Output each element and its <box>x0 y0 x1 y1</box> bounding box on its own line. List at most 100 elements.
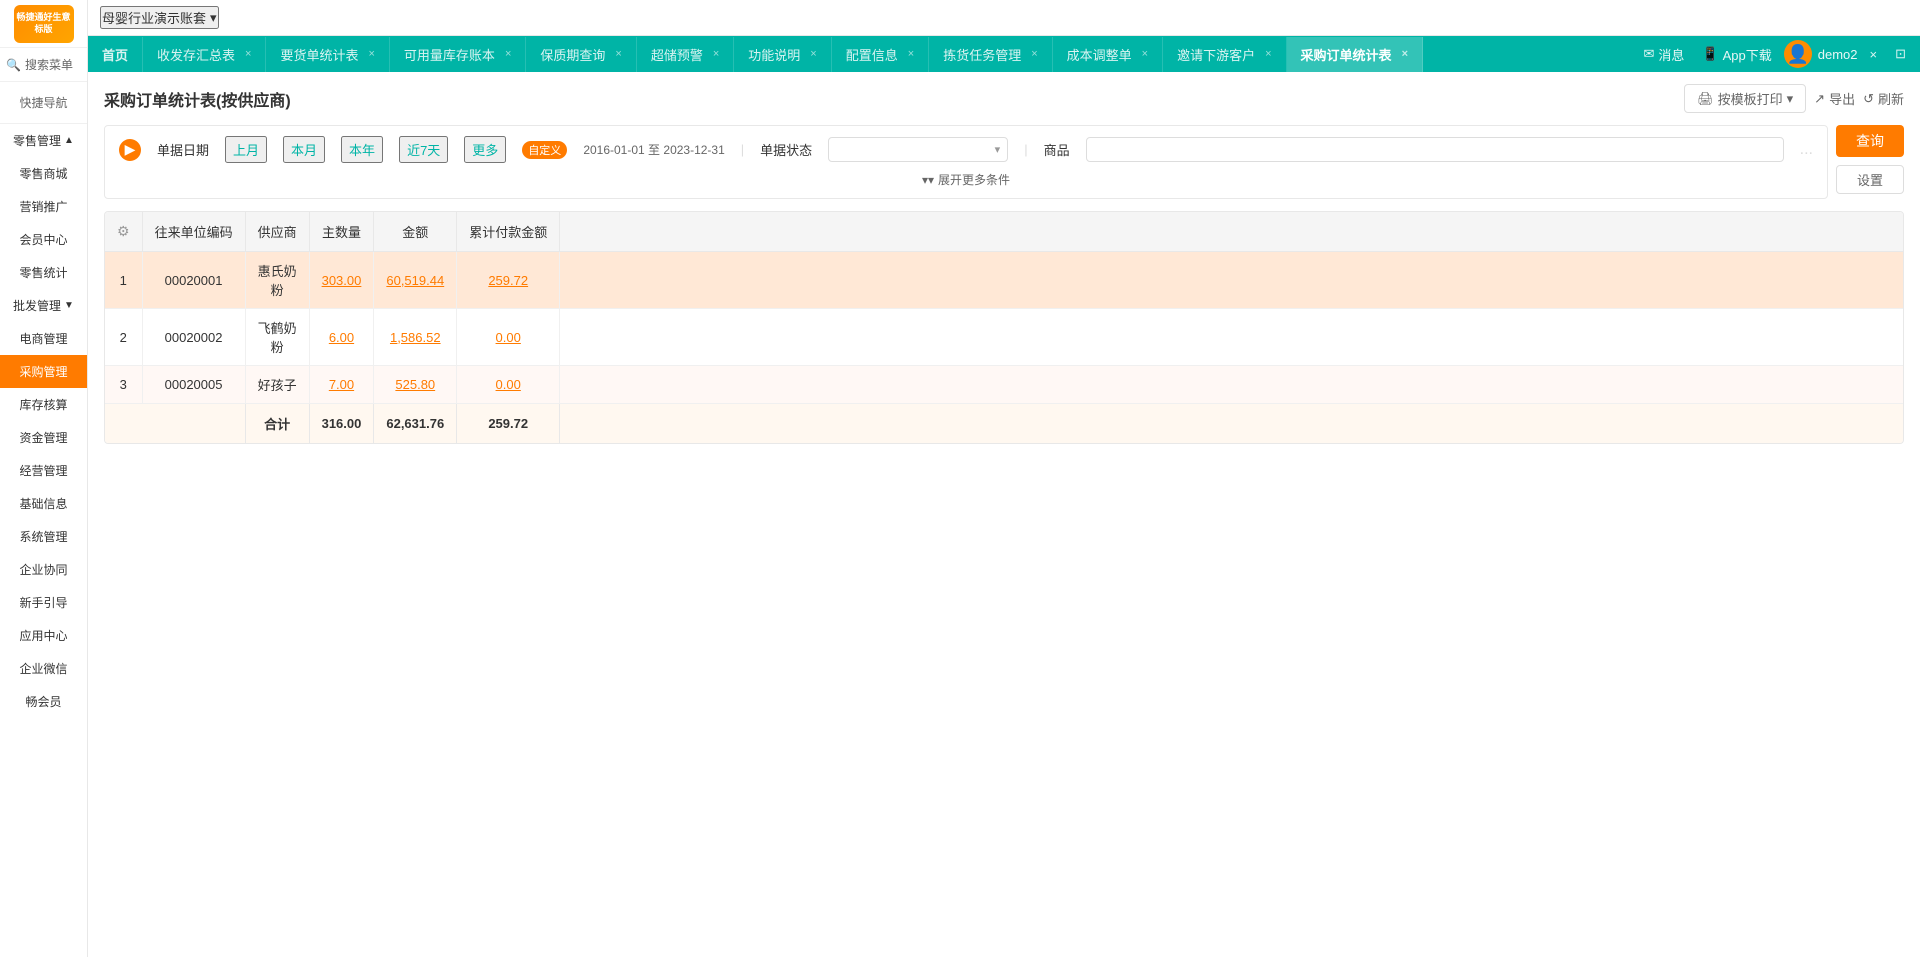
custom-date-badge[interactable]: 自定义 <box>522 141 567 159</box>
table-row[interactable]: 1 00020001 惠氏奶粉 303.00 60,519.44 259.72 <box>105 252 1903 309</box>
search-menu-button[interactable]: 🔍 搜索菜单 <box>6 56 81 73</box>
close-icon[interactable]: × <box>1142 48 1148 60</box>
close-icon[interactable]: × <box>1402 48 1408 60</box>
col-code: 往来单位编码 <box>142 212 245 252</box>
user-avatar[interactable]: 👤 <box>1784 40 1812 68</box>
sidebar-item-system[interactable]: 系统管理 <box>0 520 87 553</box>
sidebar-item-label: 基础信息 <box>19 495 67 512</box>
tab-available-stock[interactable]: 可用量库存账本 × <box>390 37 526 72</box>
footer-amount: 62,631.76 <box>374 404 457 444</box>
cell-supplier: 好孩子 <box>245 366 309 404</box>
shortcut-more[interactable]: 更多 <box>464 136 506 163</box>
sidebar-item-base[interactable]: 基础信息 <box>0 487 87 520</box>
tab-overstock[interactable]: 超储预警 × <box>637 37 734 72</box>
print-button[interactable]: 🖨 按模板打印 ▾ <box>1684 84 1806 113</box>
sidebar-item-operations[interactable]: 经营管理 <box>0 454 87 487</box>
tab-home[interactable]: 首页 <box>88 37 143 72</box>
sidebar-item-wholesale[interactable]: 批发管理 ▼ <box>0 289 87 322</box>
cell-amount[interactable]: 1,586.52 <box>374 309 457 366</box>
sidebar-item-retail[interactable]: 零售管理 ▲ <box>0 124 87 157</box>
col-quantity: 主数量 <box>309 212 374 252</box>
filter-toggle-button[interactable]: ▶ <box>119 139 141 161</box>
export-button[interactable]: ↗ 导出 <box>1814 89 1855 108</box>
close-icon[interactable]: × <box>368 48 374 60</box>
tab-cost-adjust[interactable]: 成本调整单 × <box>1053 37 1163 72</box>
close-icon[interactable]: × <box>713 48 719 60</box>
sidebar-item-retail-stats[interactable]: 零售统计 <box>0 256 87 289</box>
expand-filter-button[interactable]: ▾▾ 展开更多条件 <box>922 171 1010 188</box>
cell-quantity[interactable]: 7.00 <box>309 366 374 404</box>
cell-paid[interactable]: 0.00 <box>457 309 560 366</box>
sidebar-item-enterprise[interactable]: 企业协同 <box>0 553 87 586</box>
status-select[interactable] <box>828 137 1008 162</box>
page-title: 采购订单统计表(按供应商) <box>104 87 291 111</box>
shortcut-7days[interactable]: 近7天 <box>399 136 448 163</box>
cell-amount[interactable]: 60,519.44 <box>374 252 457 309</box>
shortcut-last-month[interactable]: 上月 <box>225 136 267 163</box>
data-table: ⚙ 往来单位编码 供应商 主数量 金额 累计付款金额 1 <box>105 212 1903 443</box>
cell-paid[interactable]: 0.00 <box>457 366 560 404</box>
cell-quantity[interactable]: 303.00 <box>309 252 374 309</box>
refresh-button[interactable]: ↺ 刷新 <box>1863 89 1904 108</box>
tab-purchase-order-stats[interactable]: 采购订单统计表 × <box>1287 37 1423 72</box>
maximize-window-button[interactable]: ⊡ <box>1889 42 1912 66</box>
cell-index: 1 <box>105 252 142 309</box>
sidebar-item-marketing[interactable]: 营销推广 <box>0 190 87 223</box>
tab-config[interactable]: 配置信息 × <box>832 37 929 72</box>
shortcut-this-month[interactable]: 本月 <box>283 136 325 163</box>
shortcut-this-year[interactable]: 本年 <box>341 136 383 163</box>
sidebar-item-label: 系统管理 <box>19 528 67 545</box>
sidebar-item-purchase[interactable]: 采购管理 <box>0 355 87 388</box>
goods-search-input[interactable] <box>1086 137 1784 162</box>
shortcut-nav-button[interactable]: 快捷导航 <box>0 88 87 117</box>
sidebar-item-retail-shop[interactable]: 零售商城 <box>0 157 87 190</box>
table-row[interactable]: 2 00020002 飞鹤奶粉 6.00 1,586.52 0.00 <box>105 309 1903 366</box>
table-row[interactable]: 3 00020005 好孩子 7.00 525.80 0.00 <box>105 366 1903 404</box>
workspace-selector[interactable]: 母婴行业演示账套 ▾ <box>100 6 219 29</box>
more-filter-button[interactable]: ... <box>1800 141 1813 159</box>
app-logo: 畅捷通好生意 标版 <box>0 0 87 48</box>
sidebar-item-label: 企业微信 <box>19 660 67 677</box>
close-icon[interactable]: × <box>1031 48 1037 60</box>
close-icon[interactable]: × <box>810 48 816 60</box>
column-settings-icon[interactable]: ⚙ <box>117 223 130 239</box>
cell-quantity[interactable]: 6.00 <box>309 309 374 366</box>
app-download-button[interactable]: 📱 App下载 <box>1696 41 1777 68</box>
sidebar-item-wechat[interactable]: 企业微信 <box>0 652 87 685</box>
print-dropdown-icon: ▾ <box>1787 91 1794 107</box>
close-icon[interactable]: × <box>245 48 251 60</box>
sidebar-item-newbie[interactable]: 新手引导 <box>0 586 87 619</box>
settings-button[interactable]: 设置 <box>1836 165 1904 194</box>
query-button[interactable]: 查询 <box>1836 125 1904 157</box>
close-icon[interactable]: × <box>908 48 914 60</box>
status-select-wrapper <box>828 137 1008 162</box>
tab-expiry[interactable]: 保质期查询 × <box>526 37 636 72</box>
sidebar-search-area[interactable]: 🔍 搜索菜单 <box>0 48 87 82</box>
tab-function-desc[interactable]: 功能说明 × <box>734 37 831 72</box>
sidebar-item-vip[interactable]: 畅会员 <box>0 685 87 718</box>
sidebar-item-apps[interactable]: 应用中心 <box>0 619 87 652</box>
close-window-button[interactable]: × <box>1864 43 1884 66</box>
cell-amount[interactable]: 525.80 <box>374 366 457 404</box>
tab-invite-downstream[interactable]: 邀请下游客户 × <box>1163 37 1286 72</box>
close-icon[interactable]: × <box>505 48 511 60</box>
tab-label: 要货单统计表 <box>280 45 358 64</box>
sidebar-item-ecommerce[interactable]: 电商管理 <box>0 322 87 355</box>
cell-paid[interactable]: 259.72 <box>457 252 560 309</box>
close-icon[interactable]: × <box>615 48 621 60</box>
tab-order-stats[interactable]: 要货单统计表 × <box>266 37 389 72</box>
sidebar-item-members[interactable]: 会员中心 <box>0 223 87 256</box>
tab-stock-summary[interactable]: 收发存汇总表 × <box>143 37 266 72</box>
message-button[interactable]: ✉ 消息 <box>1638 41 1691 68</box>
close-icon[interactable]: × <box>1265 48 1271 60</box>
sidebar-item-label: 零售商城 <box>19 165 67 182</box>
page-content: 采购订单统计表(按供应商) 🖨 按模板打印 ▾ ↗ 导出 ↺ 刷新 <box>88 72 1920 957</box>
footer-empty2 <box>560 404 1903 444</box>
sidebar-item-finance[interactable]: 资金管理 <box>0 421 87 454</box>
footer-empty <box>105 404 245 444</box>
table-body: 1 00020001 惠氏奶粉 303.00 60,519.44 259.72 … <box>105 252 1903 404</box>
tab-pick-task[interactable]: 拣货任务管理 × <box>929 37 1052 72</box>
sidebar-item-label: 批发管理 <box>13 297 61 314</box>
expand-filter-row: ▾▾ 展开更多条件 <box>119 171 1813 188</box>
sidebar-item-inventory[interactable]: 库存核算 <box>0 388 87 421</box>
